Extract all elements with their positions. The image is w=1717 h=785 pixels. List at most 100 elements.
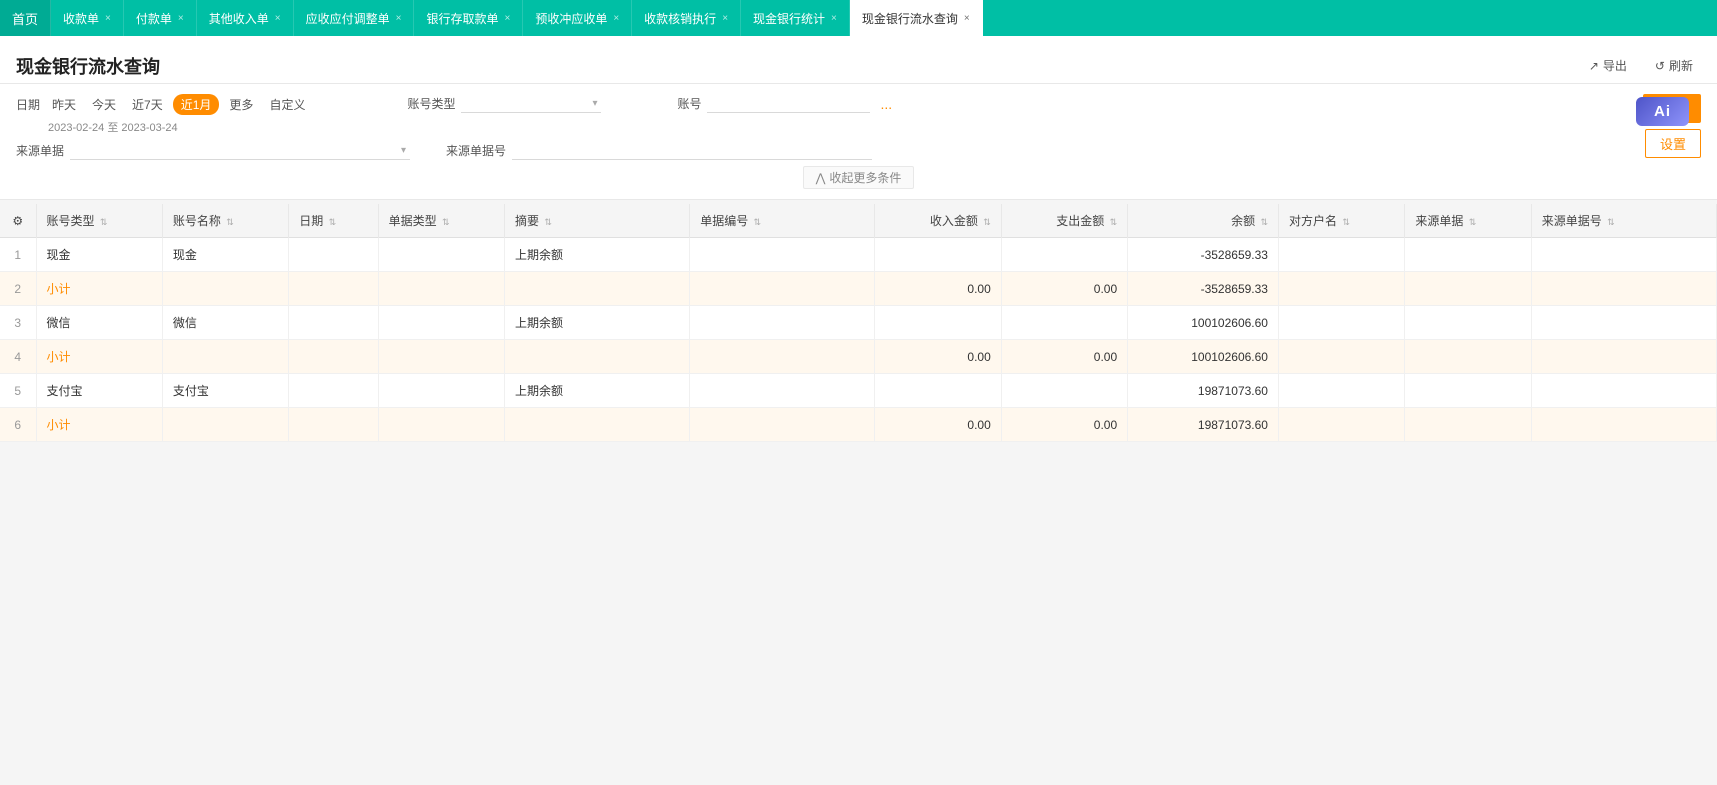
export-button[interactable]: ↗ 导出 (1581, 53, 1635, 78)
td-income: 0.00 (875, 408, 1001, 442)
td-source_doc_no (1531, 272, 1716, 306)
data-table: ⚙ 账号类型 ⇅ 账号名称 ⇅ 日期 ⇅ 单据类型 ⇅ (0, 204, 1717, 442)
td-doc_no (690, 408, 875, 442)
shortcut-1month[interactable]: 近1月 (173, 94, 220, 115)
nav-tab-close-7[interactable]: × (831, 13, 837, 24)
account-dots-button[interactable]: ... (880, 96, 892, 112)
table-row: 6小计0.000.0019871073.60 (0, 408, 1717, 442)
td-doc_no (690, 238, 875, 272)
td-doc_type (378, 408, 504, 442)
table-row: 1现金现金上期余额-3528659.33 (0, 238, 1717, 272)
collapse-label: 收起更多条件 (829, 169, 901, 186)
td-balance: -3528659.33 (1128, 272, 1279, 306)
td-no: 6 (0, 408, 36, 442)
td-source_doc (1405, 340, 1531, 374)
shortcut-today[interactable]: 今天 (86, 94, 122, 115)
th-source-doc[interactable]: 来源单据 ⇅ (1405, 204, 1531, 238)
nav-tab-4[interactable]: 银行存取款单 × (414, 0, 523, 36)
nav-tab-2[interactable]: 其他收入单 × (197, 0, 294, 36)
td-date (289, 238, 378, 272)
source-doc-no-label: 来源单据号 (446, 142, 506, 159)
th-date[interactable]: 日期 ⇅ (289, 204, 378, 238)
ai-button[interactable]: Ai (1636, 97, 1689, 126)
nav-tab-close-4[interactable]: × (504, 13, 510, 24)
th-doc-no[interactable]: 单据编号 ⇅ (690, 204, 875, 238)
shortcut-7days[interactable]: 近7天 (126, 94, 169, 115)
td-doc_no (690, 272, 875, 306)
nav-tab-6[interactable]: 收款核销执行 × (632, 0, 741, 36)
nav-tab-close-2[interactable]: × (275, 13, 281, 24)
shortcut-yesterday[interactable]: 昨天 (46, 94, 82, 115)
table-row: 3微信微信上期余额100102606.60 (0, 306, 1717, 340)
export-label: 导出 (1603, 57, 1627, 74)
td-summary (505, 340, 690, 374)
sort-icon-source-doc: ⇅ (1469, 217, 1477, 227)
th-source-doc-no[interactable]: 来源单据号 ⇅ (1531, 204, 1716, 238)
refresh-label: 刷新 (1669, 57, 1693, 74)
shortcut-custom[interactable]: 自定义 (263, 94, 311, 115)
nav-tab-8[interactable]: 现金银行流水查询 × (850, 0, 983, 36)
source-doc-no-input[interactable] (512, 141, 872, 160)
td-account_type: 小计 (36, 408, 162, 442)
th-income[interactable]: 收入金额 ⇅ (875, 204, 1001, 238)
td-income (875, 306, 1001, 340)
td-doc_no (690, 340, 875, 374)
th-expense[interactable]: 支出金额 ⇅ (1001, 204, 1127, 238)
sort-icon-expense: ⇅ (1110, 217, 1118, 227)
td-account_type: 现金 (36, 238, 162, 272)
th-account-name[interactable]: 账号名称 ⇅ (162, 204, 288, 238)
source-doc-select[interactable] (70, 141, 410, 159)
nav-tab-7[interactable]: 现金银行统计 × (741, 0, 850, 36)
td-balance: 100102606.60 (1128, 306, 1279, 340)
collapse-button[interactable]: ⋀ 收起更多条件 (803, 166, 915, 189)
nav-tab-label-3: 应收应付调整单 (306, 10, 390, 27)
account-type-select[interactable]: 现金 微信 支付宝 (461, 94, 601, 112)
settings-button[interactable]: 设置 (1645, 129, 1701, 158)
account-label: 账号 (677, 95, 701, 112)
th-account-type[interactable]: 账号类型 ⇅ (36, 204, 162, 238)
td-source_doc_no (1531, 238, 1716, 272)
nav-home[interactable]: 首页 (0, 0, 51, 36)
td-no: 4 (0, 340, 36, 374)
nav-tab-close-5[interactable]: × (613, 13, 619, 24)
th-counterpart[interactable]: 对方户名 ⇅ (1278, 204, 1404, 238)
nav-tab-close-6[interactable]: × (722, 13, 728, 24)
nav-tab-label-8: 现金银行流水查询 (862, 10, 958, 27)
nav-tab-close-1[interactable]: × (178, 13, 184, 24)
td-account_name: 现金 (162, 238, 288, 272)
sort-icon-doc-no: ⇅ (754, 217, 762, 227)
nav-tab-close-3[interactable]: × (396, 13, 402, 24)
th-summary[interactable]: 摘要 ⇅ (505, 204, 690, 238)
nav-tab-close-0[interactable]: × (105, 13, 111, 24)
td-summary: 上期余额 (505, 306, 690, 340)
filter-area: 日期 昨天 今天 近7天 近1月 更多 自定义 账号类型 (0, 84, 1717, 200)
source-doc-no-filter: 来源单据号 (446, 141, 872, 160)
nav-home-label: 首页 (12, 9, 38, 28)
collapse-up-icon: ⋀ (816, 171, 826, 185)
shortcut-more[interactable]: 更多 (223, 94, 259, 115)
nav-tab-close-8[interactable]: × (964, 13, 970, 24)
source-doc-row: 来源单据 ▾ 来源单据号 (16, 141, 1627, 160)
page-title: 现金银行流水查询 (16, 53, 160, 79)
table-area: ⚙ 账号类型 ⇅ 账号名称 ⇅ 日期 ⇅ 单据类型 ⇅ (0, 204, 1717, 442)
td-balance: 19871073.60 (1128, 408, 1279, 442)
th-gear[interactable]: ⚙ (0, 204, 36, 238)
nav-tab-5[interactable]: 预收冲应收单 × (523, 0, 632, 36)
td-expense: 0.00 (1001, 408, 1127, 442)
th-doc-type[interactable]: 单据类型 ⇅ (378, 204, 504, 238)
nav-tab-3[interactable]: 应收应付调整单 × (294, 0, 415, 36)
refresh-button[interactable]: ↺ 刷新 (1647, 53, 1701, 78)
td-no: 1 (0, 238, 36, 272)
td-balance: -3528659.33 (1128, 238, 1279, 272)
nav-tab-1[interactable]: 付款单 × (124, 0, 197, 36)
account-input[interactable] (707, 94, 870, 113)
page-header: 现金银行流水查询 ↗ 导出 ↺ 刷新 (0, 36, 1717, 84)
date-filter-group: 日期 昨天 今天 近7天 近1月 更多 自定义 (16, 94, 311, 115)
nav-tab-label-6: 收款核销执行 (644, 10, 716, 27)
nav-tab-0[interactable]: 收款单 × (51, 0, 124, 36)
td-account_name (162, 272, 288, 306)
account-filter: 账号 ... (677, 94, 892, 113)
sort-icon-summary: ⇅ (544, 217, 552, 227)
th-balance[interactable]: 余额 ⇅ (1128, 204, 1279, 238)
td-date (289, 374, 378, 408)
